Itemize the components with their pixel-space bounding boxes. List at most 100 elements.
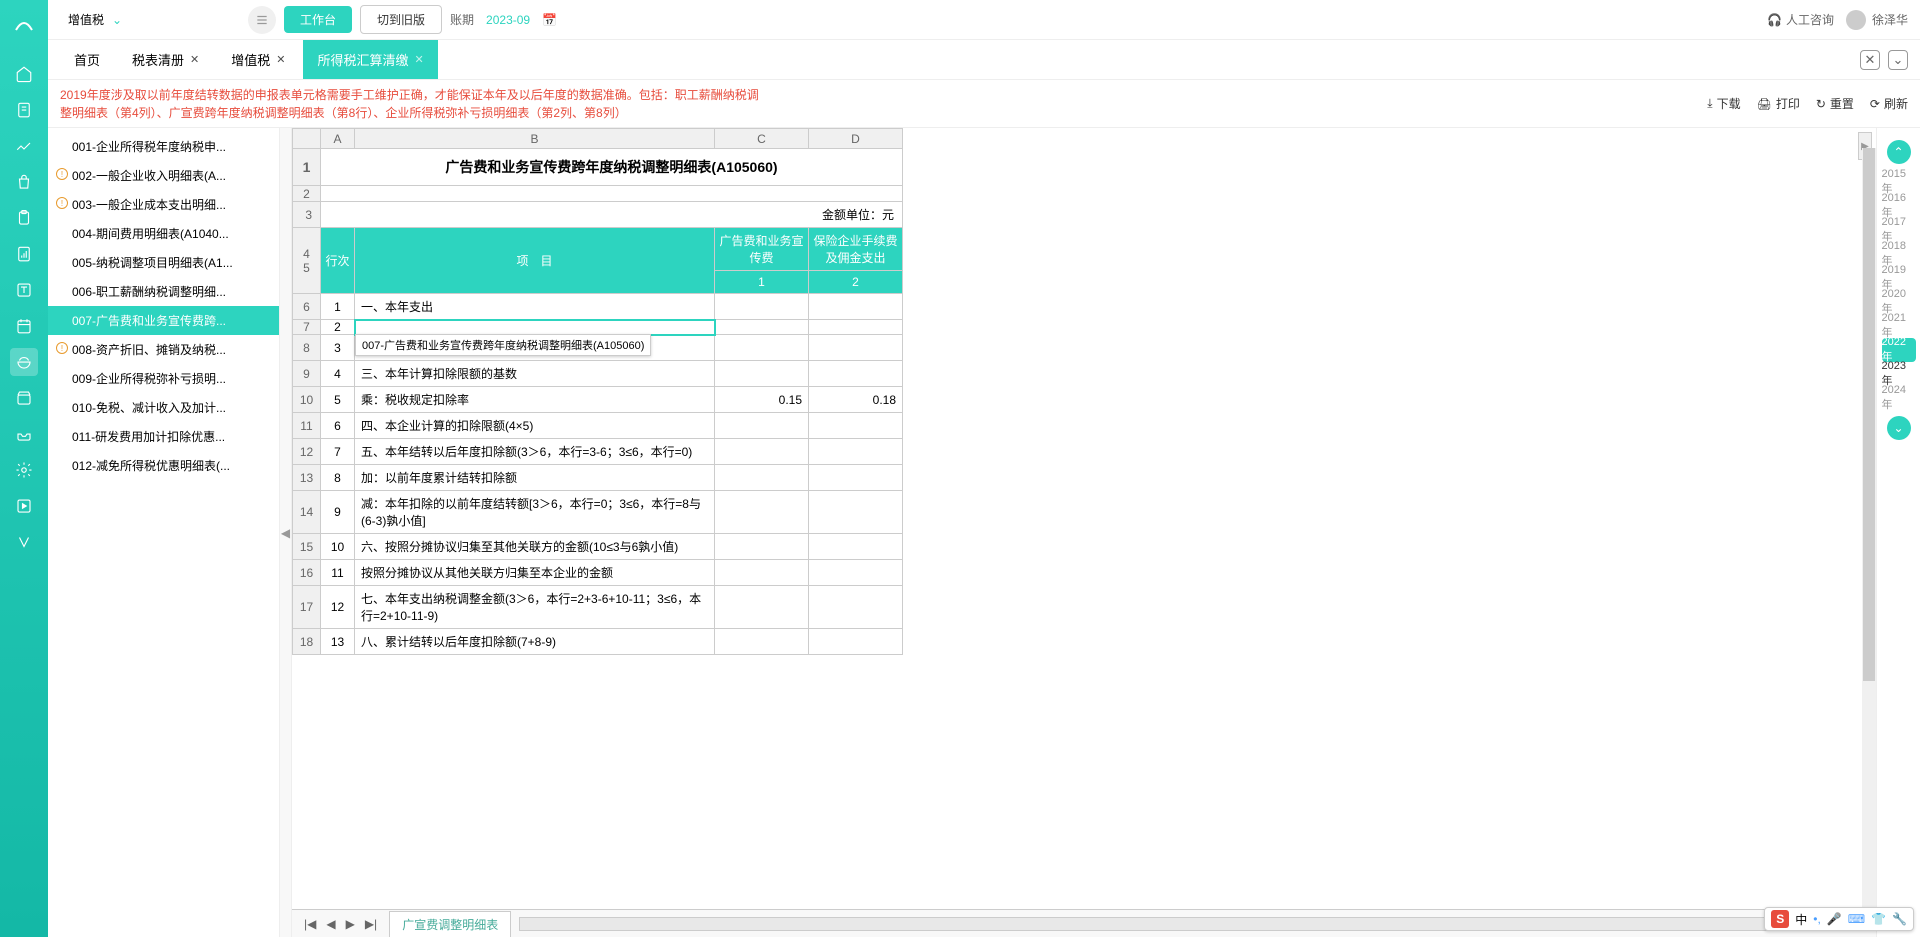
cell[interactable] xyxy=(809,294,903,320)
row-number[interactable]: 6 xyxy=(293,294,321,320)
sidebar-item[interactable]: 006-职工薪酬纳税调整明细... xyxy=(48,277,279,306)
clipboard-icon[interactable] xyxy=(10,204,38,232)
download-button[interactable]: ⤓下载 xyxy=(1707,95,1740,112)
report-icon[interactable] xyxy=(10,240,38,268)
play-icon[interactable] xyxy=(10,492,38,520)
cell[interactable] xyxy=(809,465,903,491)
tab-所得税汇算清缴[interactable]: 所得税汇算清缴✕ xyxy=(303,40,437,79)
ime-punct-icon[interactable]: •, xyxy=(1813,912,1821,926)
sidebar-item[interactable]: 005-纳税调整项目明细表(A1... xyxy=(48,248,279,277)
cell[interactable] xyxy=(809,629,903,655)
cell[interactable]: 按照分摊协议从其他关联方归集至本企业的金额 xyxy=(355,560,715,586)
sheet-title[interactable]: 广告费和业务宣传费跨年度纳税调整明细表(A105060) xyxy=(321,149,903,186)
cell[interactable]: 四、本企业计算的扣除限额(4×5) xyxy=(355,413,715,439)
cell[interactable]: 三、本年计算扣除限额的基数 xyxy=(355,361,715,387)
home-icon[interactable] xyxy=(10,60,38,88)
row-number[interactable]: 11 xyxy=(293,413,321,439)
header-col-d-num[interactable]: 2 xyxy=(809,271,903,294)
cell[interactable]: 七、本年支出纳税调整金额(3＞6，本行=2+3-6+10-11；3≤6，本行=2… xyxy=(355,586,715,629)
cell[interactable] xyxy=(715,491,809,534)
cell[interactable] xyxy=(715,586,809,629)
sidebar-item[interactable]: !003-一般企业成本支出明细... xyxy=(48,190,279,219)
more-tabs-button[interactable]: ⌄ xyxy=(1888,50,1908,70)
row-number[interactable]: 15 xyxy=(293,534,321,560)
ime-lang[interactable]: 中 xyxy=(1795,911,1807,928)
row-number[interactable]: 13 xyxy=(293,465,321,491)
v-icon[interactable] xyxy=(10,528,38,556)
cell[interactable] xyxy=(715,361,809,387)
header-col-c-num[interactable]: 1 xyxy=(715,271,809,294)
close-icon[interactable]: ✕ xyxy=(276,53,285,66)
col-header-b[interactable]: B xyxy=(355,129,715,149)
cell[interactable] xyxy=(715,335,809,361)
year-up-button[interactable]: ⌃ xyxy=(1887,140,1911,164)
col-header-a[interactable]: A xyxy=(321,129,355,149)
year-option[interactable]: 2021年 xyxy=(1882,314,1916,338)
print-button[interactable]: 🖨打印 xyxy=(1757,95,1800,112)
cell[interactable]: 4 xyxy=(321,361,355,387)
bag-icon[interactable] xyxy=(10,168,38,196)
sidebar-item[interactable]: 009-企业所得税弥补亏损明... xyxy=(48,364,279,393)
inbox-icon[interactable] xyxy=(10,420,38,448)
cell[interactable]: 11 xyxy=(321,560,355,586)
bowl-icon[interactable] xyxy=(10,348,38,376)
cell[interactable]: 0.18 xyxy=(809,387,903,413)
col-header-d[interactable]: D xyxy=(809,129,903,149)
tab-首页[interactable]: 首页 xyxy=(60,40,114,79)
year-option[interactable]: 2016年 xyxy=(1882,194,1916,218)
cell[interactable] xyxy=(809,560,903,586)
cell[interactable]: 减：本年扣除的以前年度结转额[3＞6，本行=0；3≤6，本行=8与(6-3)孰小… xyxy=(355,491,715,534)
cell[interactable] xyxy=(809,439,903,465)
ime-logo[interactable]: S xyxy=(1771,910,1789,928)
user-menu[interactable]: 徐泽华 xyxy=(1846,10,1908,30)
year-option[interactable]: 2024年 xyxy=(1882,386,1916,410)
cell[interactable]: 2 xyxy=(321,320,355,335)
cell[interactable]: 五、本年结转以后年度扣除额(3＞6，本行=3-6；3≤6，本行=0) xyxy=(355,439,715,465)
cell[interactable] xyxy=(809,320,903,335)
cell[interactable]: 5 xyxy=(321,387,355,413)
cell[interactable]: 八、累计结转以后年度扣除额(7+8-9) xyxy=(355,629,715,655)
header-xc[interactable]: 行次 xyxy=(321,228,355,294)
cell[interactable]: 007-广告费和业务宣传费跨年度纳税调整明细表(A105060) xyxy=(355,320,715,335)
row-number[interactable]: 12 xyxy=(293,439,321,465)
cell[interactable]: 加：以前年度累计结转扣除额 xyxy=(355,465,715,491)
year-down-button[interactable]: ⌄ xyxy=(1887,416,1911,440)
cell[interactable]: 3 xyxy=(321,335,355,361)
year-option[interactable]: 2022年 xyxy=(1882,338,1916,362)
header-col-c[interactable]: 广告费和业务宣传费 xyxy=(715,228,809,271)
cell[interactable] xyxy=(809,491,903,534)
cell[interactable] xyxy=(715,534,809,560)
cell[interactable]: 7 xyxy=(321,439,355,465)
sidebar-item[interactable]: !008-资产折旧、摊销及纳税... xyxy=(48,335,279,364)
close-tab-button[interactable]: ✕ xyxy=(1860,50,1880,70)
cell[interactable]: 六、按照分摊协议归集至其他关联方的金额(10≤3与6孰小值) xyxy=(355,534,715,560)
collapse-sidebar-handle[interactable]: ◀ xyxy=(280,128,292,937)
row-number[interactable]: 8 xyxy=(293,335,321,361)
hscroll-thumb[interactable] xyxy=(520,918,1867,930)
row-number[interactable]: 16 xyxy=(293,560,321,586)
cell[interactable]: 6 xyxy=(321,413,355,439)
cell[interactable] xyxy=(809,413,903,439)
sidebar-item[interactable]: !002-一般企业收入明细表(A... xyxy=(48,161,279,190)
corner-cell[interactable] xyxy=(293,129,321,149)
row-number[interactable]: 10 xyxy=(293,387,321,413)
cell[interactable] xyxy=(809,361,903,387)
sidebar-item[interactable]: 012-减免所得税优惠明细表(... xyxy=(48,451,279,480)
year-option[interactable]: 2023年 xyxy=(1882,362,1916,386)
tax-type-dropdown[interactable]: 增值税 ⌄ xyxy=(60,7,240,32)
sidebar-item[interactable]: 010-免税、减计收入及加计... xyxy=(48,393,279,422)
cell[interactable]: 8 xyxy=(321,465,355,491)
cell[interactable]: 9 xyxy=(321,491,355,534)
tax-icon[interactable] xyxy=(10,276,38,304)
row-number[interactable]: 14 xyxy=(293,491,321,534)
header-col-d[interactable]: 保险企业手续费及佣金支出 xyxy=(809,228,903,271)
close-icon[interactable]: ✕ xyxy=(190,53,199,66)
workbench-button[interactable]: 工作台 xyxy=(284,6,352,33)
col-header-c[interactable]: C xyxy=(715,129,809,149)
cell[interactable] xyxy=(715,465,809,491)
cell[interactable] xyxy=(809,335,903,361)
settings-icon[interactable] xyxy=(10,456,38,484)
ime-tool-icon[interactable]: 🔧 xyxy=(1892,912,1907,926)
cell[interactable]: 13 xyxy=(321,629,355,655)
sidebar-item[interactable]: 004-期间费用明细表(A1040... xyxy=(48,219,279,248)
